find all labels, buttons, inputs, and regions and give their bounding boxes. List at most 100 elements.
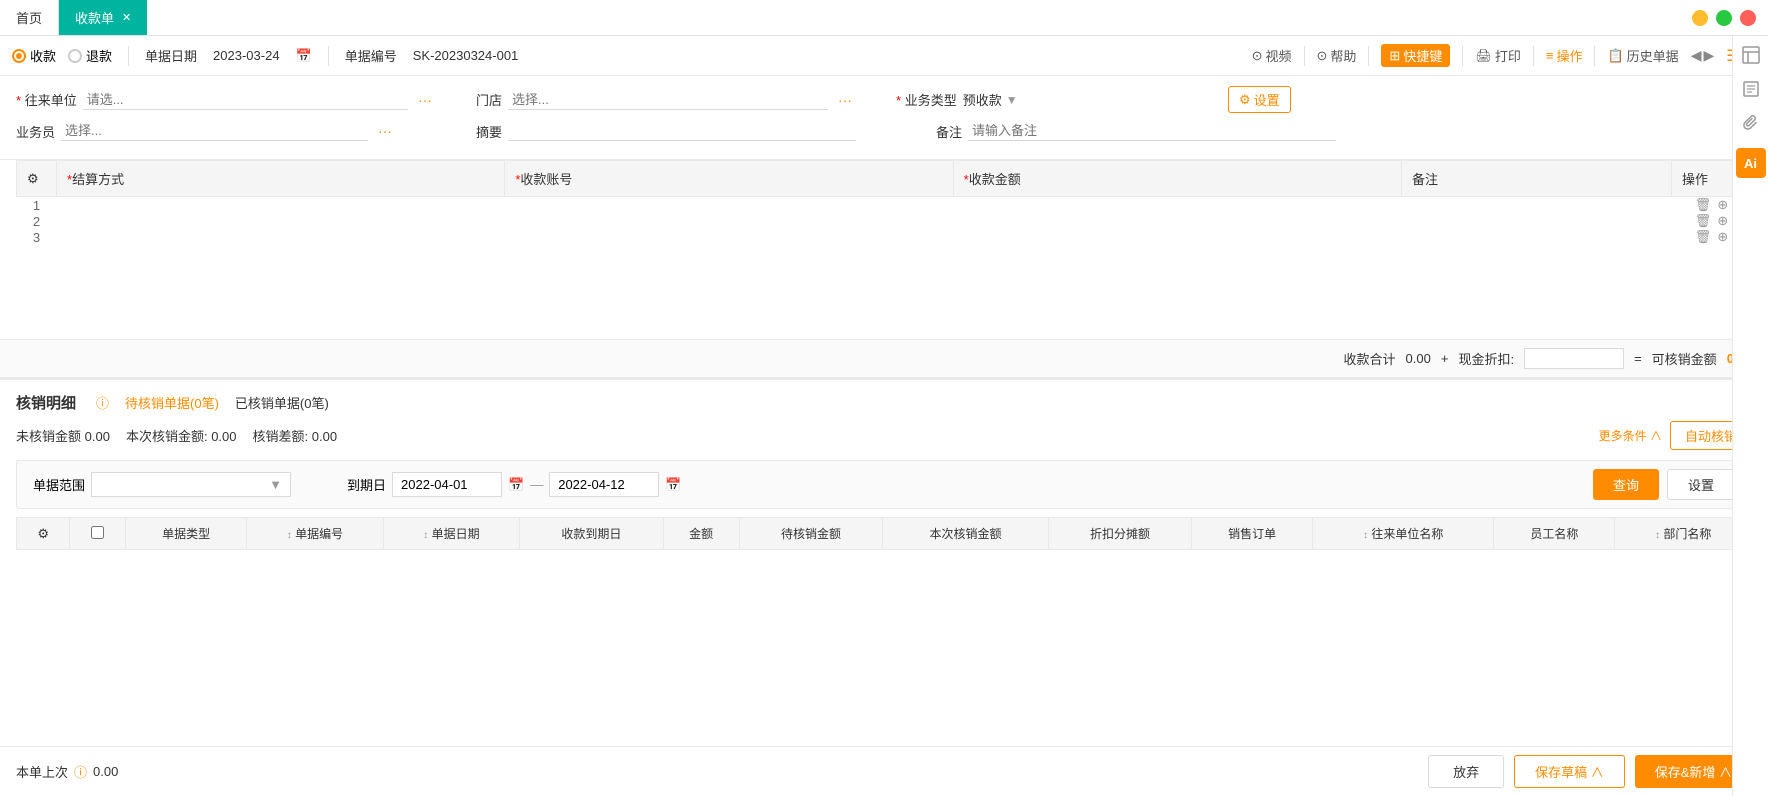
row-1-num: 1 — [17, 197, 57, 214]
payment-type-radio-group: 收款 退款 — [12, 46, 112, 65]
lower-col-bill-type: 单据类型 — [126, 518, 247, 550]
shop-more-icon[interactable]: ··· — [834, 92, 856, 108]
lower-col-check[interactable] — [70, 518, 126, 550]
row-2-delete-icon[interactable]: 🗑 — [1695, 213, 1712, 229]
summary-label: 摘要 — [476, 122, 502, 141]
row-3-remarks[interactable] — [1401, 229, 1671, 245]
shop-field: 门店 ··· — [476, 90, 856, 110]
video-icon: ⊙ — [1252, 48, 1263, 64]
more-conditions-btn[interactable]: 更多条件 ∧ — [1599, 427, 1662, 444]
carry-forward-info-icon[interactable]: ⓘ — [74, 762, 87, 781]
date-to-input[interactable] — [549, 472, 659, 497]
calendar-icon[interactable]: 📅 — [296, 48, 312, 64]
row-1-remarks[interactable] — [1401, 197, 1671, 214]
business-type-select[interactable]: 预收款 ▼ — [963, 90, 1018, 109]
abandon-btn[interactable]: 放弃 — [1428, 755, 1504, 788]
row-1-settle[interactable] — [57, 197, 505, 214]
query-btn[interactable]: 查询 — [1593, 469, 1659, 500]
operations-btn[interactable]: ≡ 操作 — [1546, 46, 1583, 65]
shortcut-icon: ⊞ — [1389, 48, 1400, 64]
date-to-calendar-icon[interactable]: 📅 — [665, 477, 681, 493]
row-3-copy-icon[interactable]: ⊕ — [1717, 229, 1728, 245]
row-3-amount[interactable] — [953, 229, 1401, 245]
sidebar-report-icon[interactable] — [1742, 80, 1760, 98]
row-3-delete-icon[interactable]: 🗑 — [1695, 229, 1712, 245]
row-2-settle[interactable] — [57, 213, 505, 229]
nav-next-icon[interactable]: ▶ — [1703, 47, 1714, 64]
row-2-account[interactable] — [505, 213, 953, 229]
bill-no-label: 单据编号 — [345, 46, 397, 65]
col-settings[interactable]: ⚙ — [17, 161, 57, 197]
col-settle-method: *结算方式 — [57, 161, 505, 197]
row-1-copy-icon[interactable]: ⊕ — [1717, 197, 1728, 213]
row-2-amount[interactable] — [953, 213, 1401, 229]
shortcut-btn[interactable]: ⊞ 快捷键 — [1381, 44, 1450, 67]
draft-btn-label: 保存草稿 ∧ — [1535, 762, 1604, 781]
counterparty-more-icon[interactable]: ··· — [414, 92, 436, 108]
nav-prev-icon[interactable]: ◀ — [1691, 47, 1702, 64]
equals-label: = — [1634, 351, 1642, 366]
unverified-stat: 未核销金额 0.00 — [16, 426, 110, 445]
window-maximize-btn[interactable] — [1716, 10, 1732, 26]
date-separator: — — [530, 477, 543, 492]
lower-gear-icon: ⚙ — [37, 526, 49, 541]
lower-col-discount: 折扣分摊额 — [1048, 518, 1191, 550]
radio-refund-label: 退款 — [86, 46, 112, 65]
pending-tab[interactable]: 待核销单据(0笔) — [125, 393, 219, 412]
gear-icon[interactable]: ⚙ — [27, 171, 39, 186]
row-2-copy-icon[interactable]: ⊕ — [1717, 213, 1728, 229]
settings-button[interactable]: ⚙ 设置 — [1228, 86, 1291, 113]
help-btn[interactable]: ⊙ 帮助 — [1317, 46, 1357, 65]
radio-refund[interactable]: 退款 — [68, 46, 112, 65]
tab-receipt[interactable]: 收款单 ✕ — [59, 0, 147, 35]
filter-settings-btn[interactable]: 设置 — [1667, 469, 1735, 500]
row-1-amount[interactable] — [953, 197, 1401, 214]
video-btn[interactable]: ⊙ 视频 — [1252, 46, 1292, 65]
bottom-right: 放弃 保存草稿 ∧ 保存&新增 ∧ — [1428, 755, 1752, 788]
print-btn[interactable]: 🖨 打印 — [1475, 46, 1521, 65]
right-sidebar: Ai — [1732, 36, 1768, 796]
staff-more-icon[interactable]: ··· — [374, 123, 396, 139]
sidebar-table-icon[interactable] — [1742, 46, 1760, 64]
range-label: 单据范围 — [33, 475, 85, 494]
row-3-settle[interactable] — [57, 229, 505, 245]
date-from-calendar-icon[interactable]: 📅 — [508, 477, 524, 493]
radio-receipt[interactable]: 收款 — [12, 46, 56, 65]
row-1-account[interactable] — [505, 197, 953, 214]
window-close-btn[interactable] — [1740, 10, 1756, 26]
row-3-account[interactable] — [505, 229, 953, 245]
range-select-arrow-icon: ▼ — [269, 477, 282, 492]
range-select[interactable]: ▼ — [91, 472, 291, 497]
discount-input[interactable] — [1524, 348, 1624, 369]
history-label: 历史单据 — [1627, 46, 1679, 65]
remarks-field: 备注 — [936, 121, 1336, 141]
row-2-remarks[interactable] — [1401, 213, 1671, 229]
summary-input[interactable] — [508, 121, 856, 141]
verify-header: 核销明细 ⓘ 待核销单据(0笔) 已核销单据(0笔) — [16, 392, 1752, 413]
col-remarks: 备注 — [1401, 161, 1671, 197]
close-tab-icon[interactable]: ✕ — [122, 11, 131, 24]
sidebar-ai-icon[interactable]: Ai — [1736, 148, 1766, 178]
tab-bar: 首页 收款单 ✕ — [0, 0, 1768, 36]
draft-btn[interactable]: 保存草稿 ∧ — [1514, 755, 1625, 788]
window-controls — [1692, 10, 1768, 26]
table-header: ⚙ *结算方式 *收款账号 *收款金额 备注 操作 — [17, 161, 1752, 197]
done-tab[interactable]: 已核销单据(0笔) — [235, 393, 329, 412]
lower-col-pending-amount: 待核销金额 — [739, 518, 882, 550]
sidebar-attachment-icon[interactable] — [1742, 114, 1760, 132]
date-from-input[interactable] — [392, 472, 502, 497]
history-btn[interactable]: 📋 历史单据 — [1607, 46, 1678, 65]
select-all-checkbox[interactable] — [91, 526, 104, 539]
tab-home[interactable]: 首页 — [0, 0, 59, 35]
remarks-input[interactable] — [968, 121, 1336, 141]
verify-title: 核销明细 — [16, 392, 76, 413]
staff-input[interactable] — [61, 121, 368, 141]
row-1-delete-icon[interactable]: 🗑 — [1695, 197, 1712, 213]
verify-info-icon[interactable]: ⓘ — [96, 393, 109, 412]
summary-row: 收款合计 0.00 + 现金折扣: = 可核销金额 0.00 — [0, 340, 1768, 378]
window-minimize-btn[interactable] — [1692, 10, 1708, 26]
shop-input[interactable] — [508, 90, 828, 110]
lower-col-gear[interactable]: ⚙ — [17, 518, 70, 550]
counterparty-input[interactable] — [83, 90, 408, 110]
radio-receipt-label: 收款 — [30, 46, 56, 65]
